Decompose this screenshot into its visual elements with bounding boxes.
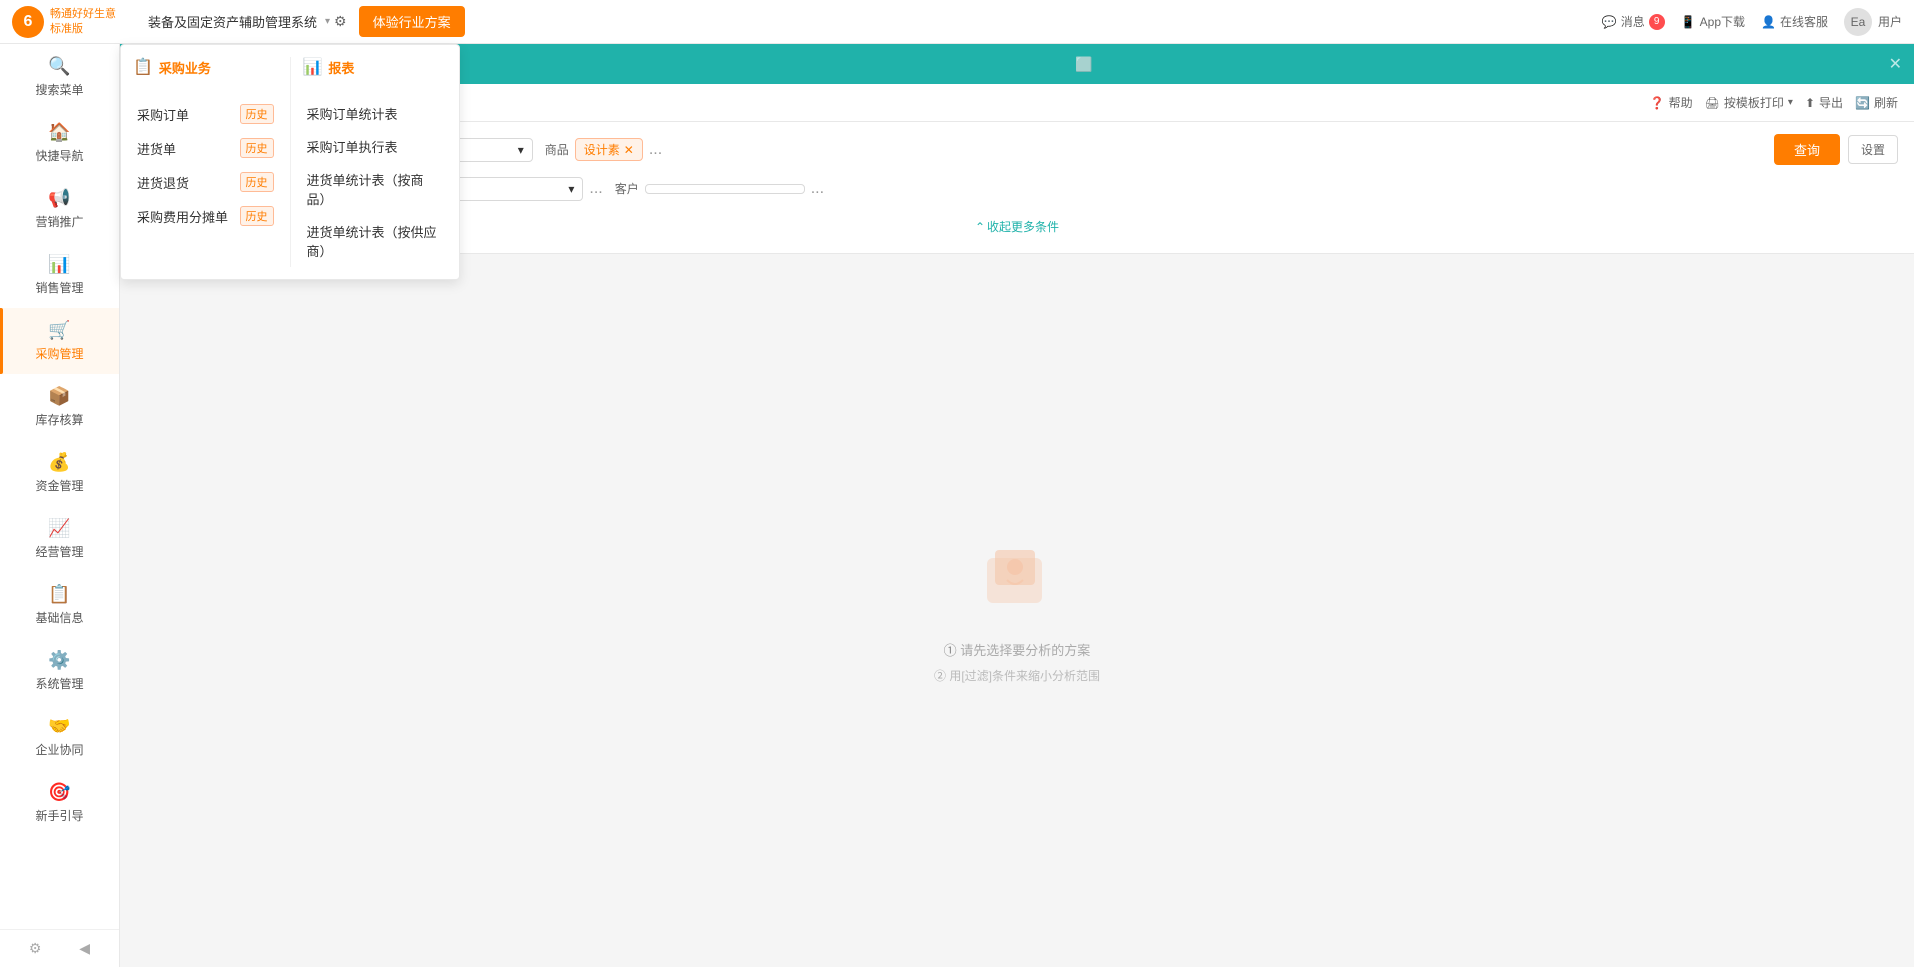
purchase-order-history-badge: 历史: [240, 104, 274, 124]
purchase-col: 📋 采购业务 采购订单 历史 进货单 历史 进货退货 历史 采购费用分摊单 历史: [133, 57, 278, 267]
dropdown-item-inbound-stat-supplier[interactable]: 进货单统计表（按供应商）: [303, 215, 448, 267]
dropdown-item-order-exec[interactable]: 采购订单执行表: [303, 130, 448, 163]
purchase-col-title: 📋 采购业务: [133, 57, 278, 85]
logo-icon: 6: [12, 6, 44, 38]
topbar-system: 装备及固定资产辅助管理系统 ▾ ⚙: [148, 12, 347, 31]
cost-history-badge: 历史: [240, 206, 274, 226]
dropdown-divider: [290, 57, 291, 267]
report-col-icon: 📊: [303, 57, 323, 77]
message-btn[interactable]: 💬 消息 9: [1602, 13, 1665, 30]
headset-icon: 👤: [1761, 15, 1776, 29]
report-col: 📊 报表 采购订单统计表 采购订单执行表 进货单统计表（按商品） 进货单统计表（…: [303, 57, 448, 267]
dropdown-columns: 📋 采购业务 采购订单 历史 进货单 历史 进货退货 历史 采购费用分摊单 历史: [133, 57, 447, 267]
logo: 6 畅通好好生意 标准版: [12, 6, 132, 38]
topbar-actions: 💬 消息 9 📱 App下载 👤 在线客服 Ea 用户: [1602, 8, 1902, 36]
topbar: 6 畅通好好生意 标准版 装备及固定资产辅助管理系统 ▾ ⚙ 体验行业方案 💬 …: [0, 0, 1914, 44]
report-col-title: 📊 报表: [303, 57, 448, 85]
system-dropdown-arrow[interactable]: ▾: [325, 16, 330, 27]
return-history-badge: 历史: [240, 172, 274, 192]
purchase-dropdown-menu: 📋 采购业务 采购订单 历史 进货单 历史 进货退货 历史 采购费用分摊单 历史: [120, 44, 460, 280]
dropdown-item-cost[interactable]: 采购费用分摊单 历史: [133, 199, 278, 233]
dropdown-item-return[interactable]: 进货退货 历史: [133, 165, 278, 199]
message-badge: 9: [1649, 14, 1665, 30]
dropdown-item-order-stat[interactable]: 采购订单统计表: [303, 97, 448, 130]
inbound-history-badge: 历史: [240, 138, 274, 158]
system-gear-icon[interactable]: ⚙: [334, 13, 347, 30]
dropdown-item-purchase-order[interactable]: 采购订单 历史: [133, 97, 278, 131]
purchase-col-icon: 📋: [133, 57, 153, 77]
message-icon: 💬: [1602, 15, 1617, 29]
logo-text: 畅通好好生意 标准版: [50, 7, 116, 36]
dropdown-item-inbound[interactable]: 进货单 历史: [133, 131, 278, 165]
industry-btn[interactable]: 体验行业方案: [359, 6, 465, 37]
avatar: Ea: [1844, 8, 1872, 36]
user-btn[interactable]: Ea 用户: [1844, 8, 1902, 36]
online-service-btn[interactable]: 👤 在线客服: [1761, 13, 1828, 30]
app-download-btn[interactable]: 📱 App下载: [1681, 13, 1745, 30]
phone-icon: 📱: [1681, 15, 1696, 29]
system-name: 装备及固定资产辅助管理系统: [148, 12, 317, 31]
dropdown-item-inbound-stat-product[interactable]: 进货单统计表（按商品）: [303, 163, 448, 215]
